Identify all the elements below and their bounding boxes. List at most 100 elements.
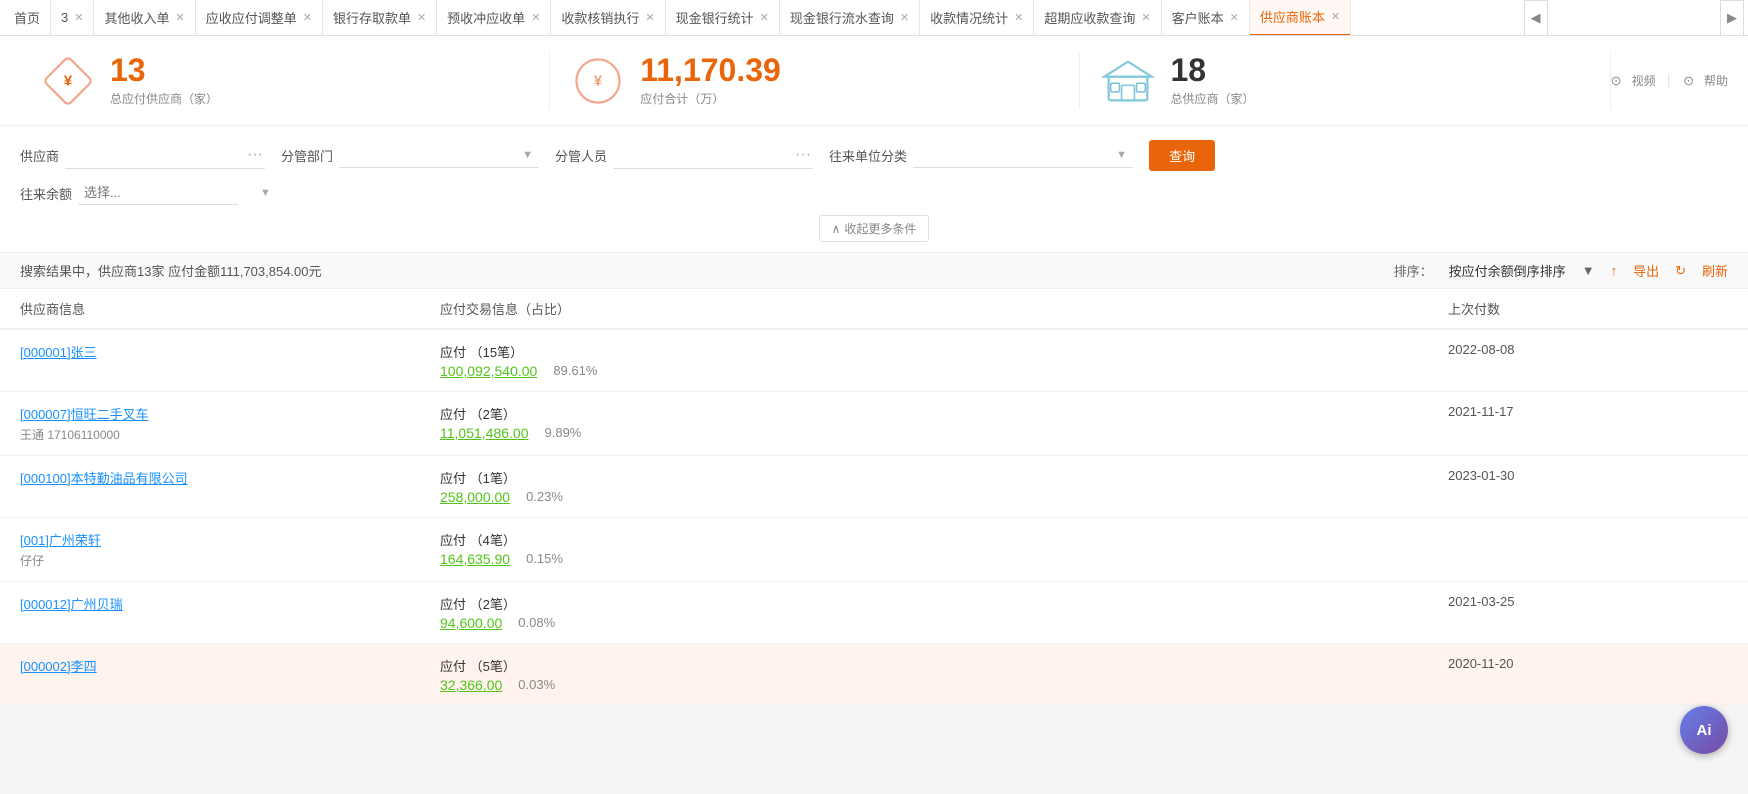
- nav-tab-adjustment[interactable]: 应收应付调整单 ✕: [196, 0, 323, 36]
- tab-prepay-label: 预收冲应收单: [447, 8, 525, 27]
- separator: │: [1666, 74, 1674, 88]
- video-link[interactable]: 视频: [1632, 72, 1656, 89]
- table-row[interactable]: [000007]恒旺二手叉车 王通 17106110000 应付 （2笔） 11…: [0, 392, 1748, 456]
- sort-value[interactable]: 按应付余额倒序排序: [1449, 261, 1566, 280]
- top-right-links: ⊙ 视频 │ ⊙ 帮助: [1611, 72, 1728, 89]
- supplier-link[interactable]: [000001]张三: [20, 342, 440, 361]
- refresh-button[interactable]: 刷新: [1702, 261, 1728, 280]
- nav-tab-customer-ledger[interactable]: 客户账本 ✕: [1162, 0, 1250, 36]
- table-row[interactable]: [000100]本特勤油品有限公司 应付 （1笔） 258,000.00 0.2…: [0, 456, 1748, 518]
- txn-label: 应付 （15笔）: [440, 342, 1448, 361]
- nav-tab-other-income[interactable]: 其他收入单 ✕: [94, 0, 195, 36]
- transaction-cell: 应付 （5笔） 32,366.00 0.03%: [440, 656, 1448, 693]
- nav-prev-arrow[interactable]: ◀: [1524, 0, 1548, 36]
- close-icon[interactable]: ✕: [645, 11, 654, 24]
- txn-amount[interactable]: 258,000.00: [440, 489, 510, 505]
- close-icon[interactable]: ✕: [531, 11, 540, 24]
- txn-amount[interactable]: 94,600.00: [440, 615, 502, 631]
- close-icon[interactable]: ✕: [303, 11, 312, 24]
- nav-tab-3[interactable]: 3 ✕: [51, 0, 94, 36]
- summary-card-payable-suppliers: ¥ 13 总应付供应商（家）: [20, 53, 550, 109]
- query-button[interactable]: 查询: [1149, 140, 1215, 171]
- total-amount-info: 11,170.39 应付合计（万）: [640, 54, 781, 107]
- supplier-label: 供应商: [20, 146, 59, 165]
- txn-amount[interactable]: 164,635.90: [440, 551, 510, 567]
- txn-percent: 0.23%: [526, 489, 563, 504]
- supplier-link[interactable]: [000012]广州贝瑞: [20, 594, 440, 613]
- txn-amount[interactable]: 11,051,486.00: [440, 425, 529, 441]
- tab-adjustment-label: 应收应付调整单: [206, 8, 297, 27]
- tab-other-income-label: 其他收入单: [104, 8, 169, 27]
- filter-row-1: 供应商 ··· 分管部门 ▼ 分管人员 ··· 往来单位分类: [20, 140, 1728, 171]
- table-row[interactable]: [000012]广州贝瑞 应付 （2笔） 94,600.00 0.08% 202…: [0, 582, 1748, 644]
- person-input[interactable]: [619, 148, 795, 163]
- department-arrow-icon: ▼: [522, 149, 533, 161]
- txn-amount-row: 258,000.00 0.23%: [440, 487, 1448, 505]
- sort-arrow-icon[interactable]: ▼: [1582, 263, 1595, 278]
- supplier-link[interactable]: [000002]李四: [20, 656, 440, 675]
- supplier-link[interactable]: [000100]本特勤油品有限公司: [20, 468, 440, 487]
- close-icon[interactable]: ✕: [175, 11, 184, 24]
- close-icon[interactable]: ✕: [760, 11, 769, 24]
- collapse-label: 收起更多条件: [844, 220, 916, 237]
- filter-area: 供应商 ··· 分管部门 ▼ 分管人员 ··· 往来单位分类: [0, 126, 1748, 253]
- department-input[interactable]: [345, 148, 522, 163]
- close-icon[interactable]: ✕: [1230, 11, 1239, 24]
- help-link[interactable]: 帮助: [1704, 72, 1728, 89]
- table-header: 供应商信息 应付交易信息（占比） 上次付数: [0, 289, 1748, 330]
- nav-tab-supplier-ledger[interactable]: 供应商账本 ✕: [1250, 0, 1351, 36]
- person-dots-icon[interactable]: ···: [795, 146, 811, 164]
- total-suppliers-label: 总供应商（家）: [1170, 90, 1254, 107]
- nav-tab-prepay[interactable]: 预收冲应收单 ✕: [437, 0, 551, 36]
- close-icon[interactable]: ✕: [900, 11, 909, 24]
- collapse-button[interactable]: ∧ 收起更多条件: [819, 215, 930, 242]
- close-icon[interactable]: ✕: [1014, 11, 1023, 24]
- supplier-info-cell: [000001]张三: [20, 342, 440, 361]
- txn-amount-row: 164,635.90 0.15%: [440, 549, 1448, 567]
- category-select[interactable]: ▼: [913, 144, 1133, 168]
- supplier-input[interactable]: [71, 148, 247, 163]
- close-icon[interactable]: ✕: [417, 11, 426, 24]
- nav-tab-collect-stat[interactable]: 收款情况统计 ✕: [920, 0, 1034, 36]
- balance-select[interactable]: ▼: [78, 181, 238, 205]
- nav-tab-cash-flow[interactable]: 现金银行流水查询 ✕: [780, 0, 920, 36]
- table-row[interactable]: [001]广州荣轩 仔仔 应付 （4笔） 164,635.90 0.15%: [0, 518, 1748, 582]
- table-row[interactable]: [000002]李四 应付 （5笔） 32,366.00 0.03% 2020-…: [0, 644, 1748, 706]
- nav-tab-overdue[interactable]: 超期应收款查询 ✕: [1034, 0, 1161, 36]
- category-arrow-icon: ▼: [1116, 149, 1127, 161]
- nav-tab-cash-stat[interactable]: 现金银行统计 ✕: [666, 0, 780, 36]
- export-button[interactable]: 导出: [1633, 261, 1659, 280]
- txn-percent: 0.03%: [518, 677, 555, 692]
- ai-button[interactable]: Ai: [1680, 706, 1728, 754]
- transaction-cell: 应付 （2笔） 94,600.00 0.08%: [440, 594, 1448, 631]
- txn-amount[interactable]: 100,092,540.00: [440, 363, 537, 379]
- supplier-info-cell: [000100]本特勤油品有限公司: [20, 468, 440, 487]
- balance-input[interactable]: [84, 185, 260, 200]
- category-input[interactable]: [919, 148, 1116, 163]
- payable-icon: ¥: [40, 53, 96, 109]
- sort-label: 排序：: [1394, 261, 1433, 280]
- close-icon[interactable]: ✕: [1331, 10, 1340, 23]
- nav-tab-bank[interactable]: 银行存取款单 ✕: [323, 0, 437, 36]
- txn-type: 应付: [440, 533, 466, 548]
- close-icon[interactable]: ✕: [74, 11, 83, 24]
- supplier-dots-icon[interactable]: ···: [247, 146, 263, 164]
- last-pay-date: 2021-03-25: [1448, 594, 1515, 609]
- tab-cash-flow-label: 现金银行流水查询: [790, 8, 894, 27]
- txn-count: （1笔）: [470, 471, 516, 486]
- nav-tab-home[interactable]: 首页: [4, 0, 51, 36]
- supplier-link[interactable]: [000007]恒旺二手叉车: [20, 404, 440, 423]
- tab-bank-label: 银行存取款单: [333, 8, 411, 27]
- nav-tab-collection[interactable]: 收款核销执行 ✕: [551, 0, 665, 36]
- tab-customer-ledger-label: 客户账本: [1172, 8, 1224, 27]
- payable-suppliers-count: 13: [110, 54, 218, 86]
- nav-next-arrow[interactable]: ▶: [1720, 0, 1744, 36]
- department-select[interactable]: ▼: [339, 144, 539, 168]
- supplier-link[interactable]: [001]广州荣轩: [20, 530, 440, 549]
- txn-label: 应付 （5笔）: [440, 656, 1448, 675]
- table-row[interactable]: [000001]张三 应付 （15笔） 100,092,540.00 89.61…: [0, 330, 1748, 392]
- close-icon[interactable]: ✕: [1141, 11, 1150, 24]
- txn-amount-row: 100,092,540.00 89.61%: [440, 361, 1448, 379]
- txn-amount[interactable]: 32,366.00: [440, 677, 502, 693]
- balance-label: 往来余额: [20, 184, 72, 203]
